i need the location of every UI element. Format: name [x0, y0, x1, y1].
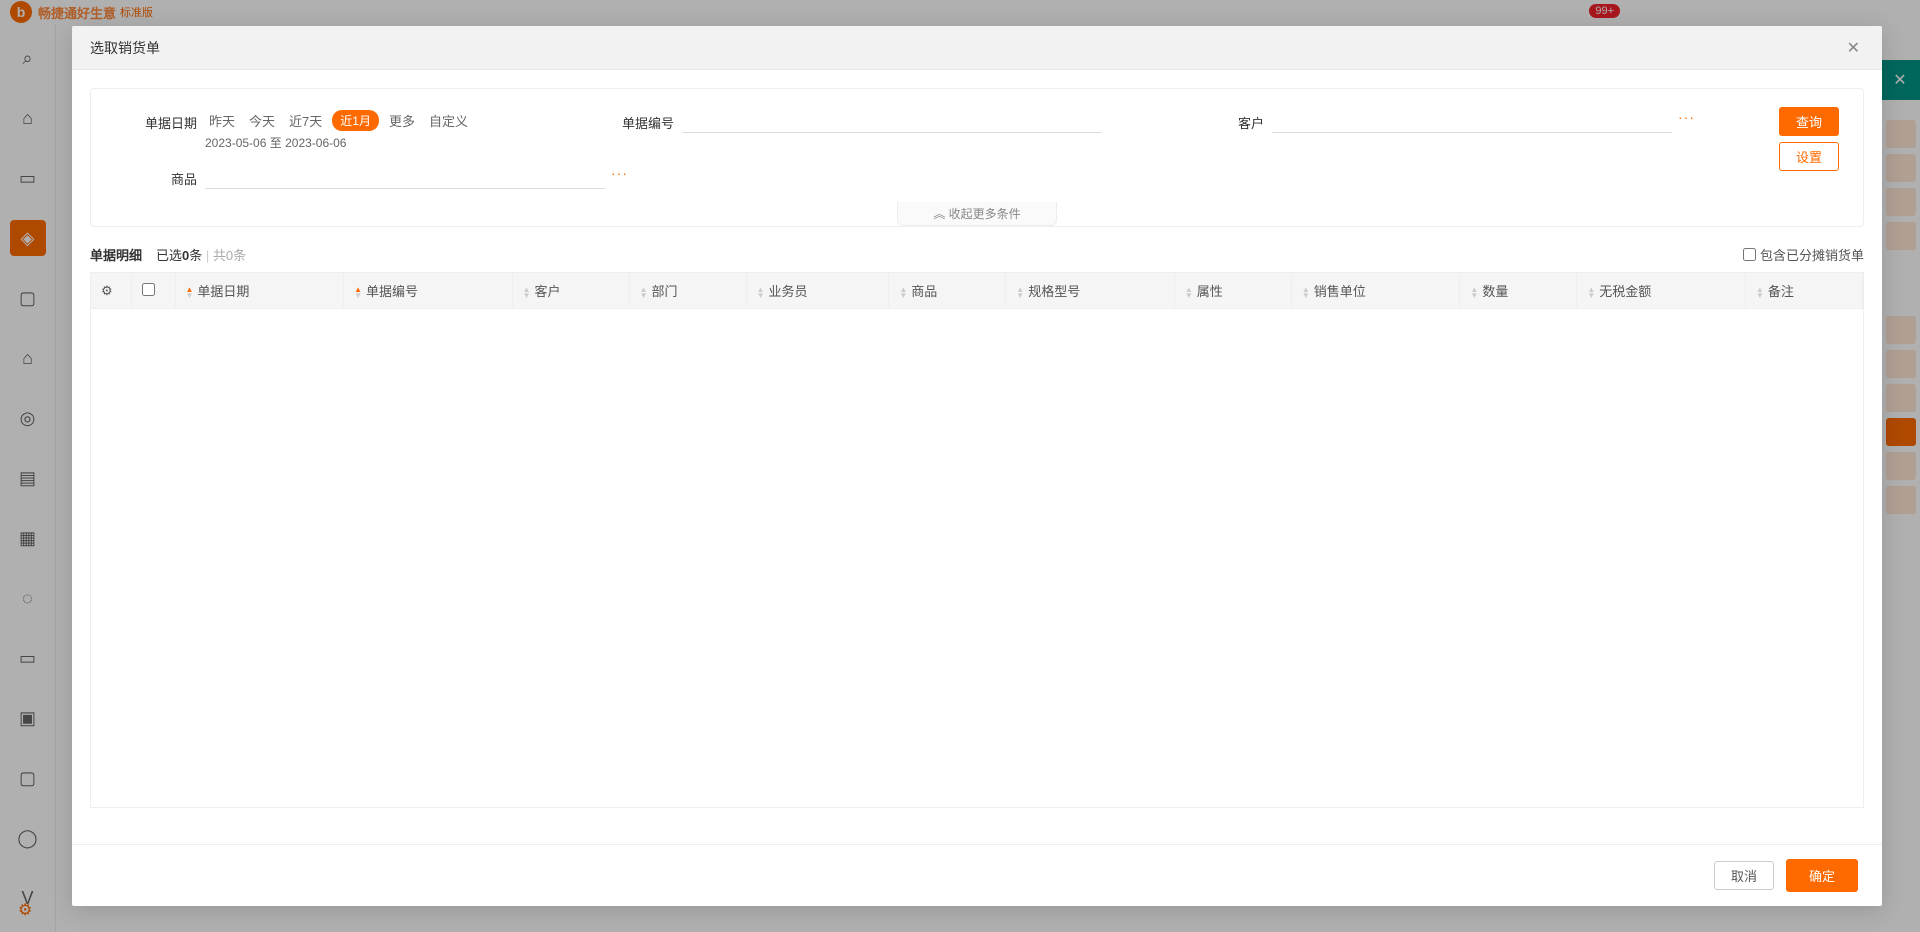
confirm-button[interactable]: 确定: [1786, 859, 1858, 892]
filter-product: 商品 ···: [115, 165, 628, 189]
input-customer[interactable]: [1272, 109, 1672, 133]
col-amt[interactable]: ▲▼无税金额: [1577, 273, 1746, 309]
include-allocated-label: 包含已分摊销货单: [1760, 245, 1864, 264]
query-button[interactable]: 查询: [1779, 107, 1839, 136]
date-from: 2023-05-06: [205, 136, 266, 150]
product-picker-icon[interactable]: ···: [611, 165, 628, 181]
date-opt-more[interactable]: 更多: [385, 109, 419, 132]
detail-table: ⚙ ▲▼单据日期 ▲▼单据编号 ▲▼客户 ▲▼部门 ▲▼业务员 ▲▼商品 ▲▼规…: [90, 272, 1864, 808]
date-opt-7d[interactable]: 近7天: [285, 109, 326, 132]
filter-doc-no: 单据编号: [592, 109, 1102, 133]
label-doc-no: 单据编号: [592, 109, 682, 132]
col-qty[interactable]: ▲▼数量: [1460, 273, 1577, 309]
collapse-conditions-toggle[interactable]: ︽ 收起更多条件: [897, 202, 1057, 226]
settings-button[interactable]: 设置: [1779, 142, 1839, 171]
modal-footer: 取消 确定: [72, 844, 1882, 906]
col-product[interactable]: ▲▼商品: [889, 273, 1006, 309]
include-allocated-input[interactable]: [1743, 248, 1756, 261]
customer-picker-icon[interactable]: ···: [1678, 109, 1695, 125]
date-range-display: 2023-05-06 至 2023-06-06: [205, 134, 472, 151]
date-opt-yesterday[interactable]: 昨天: [205, 109, 239, 132]
detail-title: 单据明细: [90, 245, 142, 264]
cancel-button[interactable]: 取消: [1714, 861, 1774, 890]
table-body-empty: [91, 309, 1863, 807]
col-unit[interactable]: ▲▼销售单位: [1291, 273, 1460, 309]
label-doc-date: 单据日期: [115, 109, 205, 132]
select-sales-order-modal: 选取销货单 ✕ 查询 设置 单据日期 昨天 今天 近7天 近1月: [72, 26, 1882, 906]
select-all-checkbox[interactable]: [142, 283, 155, 296]
col-remark[interactable]: ▲▼备注: [1745, 273, 1862, 309]
col-settings-icon[interactable]: ⚙: [91, 273, 131, 309]
date-opt-custom[interactable]: 自定义: [425, 109, 472, 132]
col-attr[interactable]: ▲▼属性: [1174, 273, 1291, 309]
filter-panel: 查询 设置 单据日期 昨天 今天 近7天 近1月 更多 自定义: [90, 88, 1864, 227]
col-checkbox-header[interactable]: [131, 273, 175, 309]
input-doc-no[interactable]: [682, 109, 1102, 133]
modal-title: 选取销货单: [90, 38, 160, 58]
close-icon[interactable]: ✕: [1843, 34, 1864, 62]
col-doc-no[interactable]: ▲▼单据编号: [344, 273, 513, 309]
col-doc-date[interactable]: ▲▼单据日期: [175, 273, 344, 309]
input-product[interactable]: [205, 165, 605, 189]
date-opt-1m[interactable]: 近1月: [332, 110, 379, 131]
date-to: 2023-06-06: [285, 136, 346, 150]
col-spec[interactable]: ▲▼规格型号: [1006, 273, 1175, 309]
selected-count: 已选0条 | 共0条: [156, 245, 246, 264]
detail-header: 单据明细 已选0条 | 共0条 包含已分摊销货单: [90, 245, 1864, 264]
chevron-up-icon: ︽: [933, 207, 948, 221]
horizontal-scrollbar[interactable]: [90, 826, 1864, 840]
filter-doc-date: 单据日期 昨天 今天 近7天 近1月 更多 自定义 2023-05-06 至: [115, 109, 472, 151]
date-opt-today[interactable]: 今天: [245, 109, 279, 132]
label-product: 商品: [115, 165, 205, 188]
label-customer: 客户: [1182, 109, 1272, 132]
col-dept[interactable]: ▲▼部门: [629, 273, 746, 309]
include-allocated-checkbox[interactable]: 包含已分摊销货单: [1743, 245, 1864, 264]
filter-customer: 客户 ···: [1182, 109, 1695, 133]
col-salesman[interactable]: ▲▼业务员: [746, 273, 889, 309]
col-customer[interactable]: ▲▼客户: [512, 273, 629, 309]
date-sep: 至: [270, 136, 282, 150]
modal-body: 查询 设置 单据日期 昨天 今天 近7天 近1月 更多 自定义: [72, 70, 1882, 826]
modal-header: 选取销货单 ✕: [72, 26, 1882, 70]
